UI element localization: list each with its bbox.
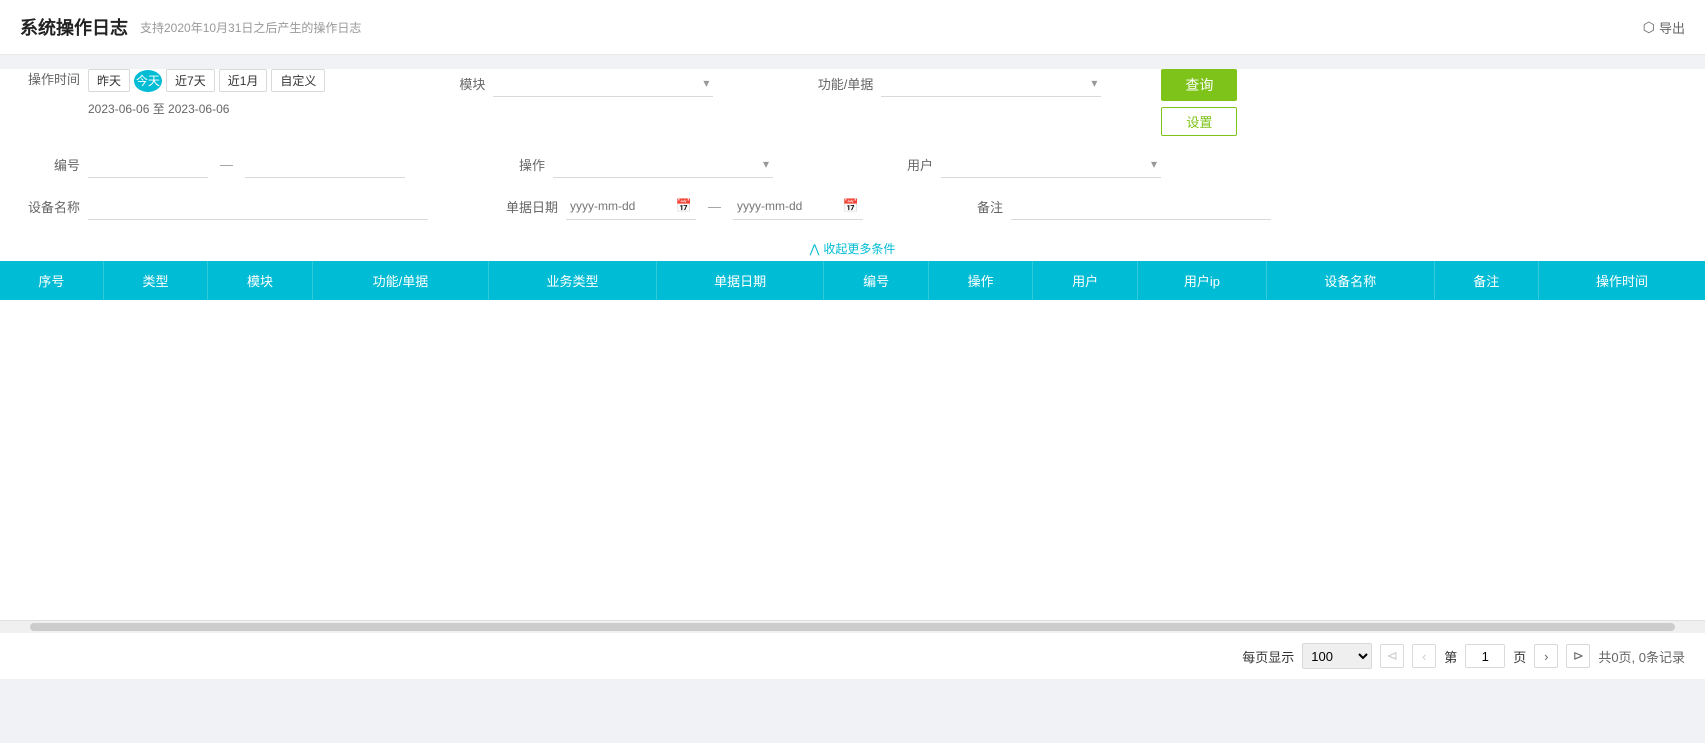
page-suffix-label: 页: [1513, 647, 1526, 666]
horizontal-scrollbar[interactable]: [0, 620, 1705, 632]
today-btn[interactable]: 今天: [134, 70, 162, 92]
user-select[interactable]: [941, 150, 1161, 178]
filter-row3: 设备名称 单据日期 📅 — 📅 备注: [20, 192, 1685, 220]
collapse-label: 收起更多条件: [823, 240, 895, 257]
col-user-ip: 用户ip: [1137, 261, 1266, 300]
table-header: 序号 类型 模块 功能/单据 业务类型 单据日期 编号 操作 用户 用户ip 设…: [0, 261, 1705, 300]
export-icon: ⬡: [1643, 19, 1655, 36]
doc-date-start-wrapper: 📅: [566, 192, 696, 220]
col-module: 模块: [208, 261, 312, 300]
col-doc-date: 单据日期: [656, 261, 824, 300]
col-type: 类型: [103, 261, 207, 300]
filter-remark: 备注: [943, 192, 1271, 220]
time-buttons: 昨天 今天 近7天 近1月 自定义: [88, 69, 325, 92]
col-user: 用户: [1033, 261, 1137, 300]
action-buttons: 查询 设置: [1161, 69, 1237, 136]
collapse-bar[interactable]: ⋀ 收起更多条件: [0, 234, 1705, 261]
number-input-start[interactable]: [88, 150, 208, 178]
filter-user: 用户 ▾: [873, 150, 1161, 178]
next-page-button[interactable]: ›: [1534, 644, 1558, 668]
operation-select[interactable]: [553, 150, 773, 178]
module-label: 模块: [425, 74, 485, 93]
page-header: 系统操作日志 支持2020年10月31日之后产生的操作日志 ⬡ 导出: [0, 0, 1705, 55]
operation-label: 操作: [485, 155, 545, 174]
last7days-btn[interactable]: 近7天: [166, 69, 215, 92]
operation-select-wrapper: ▾: [553, 150, 773, 178]
filter-function: 功能/单据 ▾: [813, 69, 1101, 97]
doc-date-end-wrapper: 📅: [733, 192, 863, 220]
filter-row2: 编号 — 操作 ▾ 用户: [20, 150, 1685, 178]
page-number-input[interactable]: [1465, 644, 1505, 668]
col-biz-type: 业务类型: [489, 261, 657, 300]
time-group: 昨天 今天 近7天 近1月 自定义 2023-06-06 至 2023-06-0…: [88, 69, 325, 117]
calendar-start-icon[interactable]: 📅: [676, 198, 692, 214]
function-label: 功能/单据: [813, 74, 873, 93]
col-device: 设备名称: [1266, 261, 1434, 300]
export-button[interactable]: ⬡ 导出: [1643, 18, 1685, 37]
filter-doc-date: 单据日期 📅 — 📅: [498, 192, 863, 220]
data-table: 序号 类型 模块 功能/单据 业务类型 单据日期 编号 操作 用户 用户ip 设…: [0, 261, 1705, 300]
calendar-end-icon[interactable]: 📅: [843, 198, 859, 214]
last1month-btn[interactable]: 近1月: [219, 69, 268, 92]
header-left: 系统操作日志 支持2020年10月31日之后产生的操作日志: [20, 14, 361, 40]
collapse-icon: ⋀: [810, 242, 820, 256]
header-row: 序号 类型 模块 功能/单据 业务类型 单据日期 编号 操作 用户 用户ip 设…: [0, 261, 1705, 300]
number-input-end[interactable]: [245, 150, 405, 178]
doc-date-label: 单据日期: [498, 197, 558, 216]
remark-input[interactable]: [1011, 192, 1271, 220]
query-button[interactable]: 查询: [1161, 69, 1237, 101]
settings-button[interactable]: 设置: [1161, 107, 1237, 136]
filter-module: 模块 ▾: [425, 69, 713, 97]
device-name-label: 设备名称: [20, 197, 80, 216]
filter-device: 设备名称: [20, 192, 428, 220]
number-label: 编号: [20, 155, 80, 174]
date-range: 2023-06-06 至 2023-06-06: [88, 100, 325, 117]
first-page-button[interactable]: ⊲: [1380, 644, 1404, 668]
col-function: 功能/单据: [312, 261, 488, 300]
device-name-input[interactable]: [88, 192, 428, 220]
pagination-bar: 每页显示 100 50 200 ⊲ ‹ 第 页 › ⊳ 共0页, 0条记录: [0, 632, 1705, 679]
col-op-time: 操作时间: [1539, 261, 1705, 300]
doc-date-dash: —: [708, 199, 721, 214]
page-title: 系统操作日志: [20, 14, 128, 40]
operation-time-label: 操作时间: [20, 69, 80, 88]
total-info: 共0页, 0条记录: [1598, 647, 1685, 666]
page-size-select[interactable]: 100 50 200: [1302, 643, 1372, 669]
empty-area: [0, 300, 1705, 620]
table-wrapper: 序号 类型 模块 功能/单据 业务类型 单据日期 编号 操作 用户 用户ip 设…: [0, 261, 1705, 620]
function-select[interactable]: [881, 69, 1101, 97]
col-operation: 操作: [928, 261, 1032, 300]
number-dash: —: [220, 157, 233, 172]
filter-rows: 操作时间 昨天 今天 近7天 近1月 自定义 2023-06-06 至 2023…: [0, 69, 1705, 220]
page-subtitle: 支持2020年10月31日之后产生的操作日志: [140, 19, 361, 36]
filter-operation: 操作 ▾: [485, 150, 773, 178]
function-select-wrapper: ▾: [881, 69, 1101, 97]
filter-operation-time: 操作时间 昨天 今天 近7天 近1月 自定义 2023-06-06 至 2023…: [20, 69, 325, 117]
remark-label: 备注: [943, 197, 1003, 216]
scrollbar-thumb[interactable]: [30, 623, 1675, 631]
col-index: 序号: [0, 261, 103, 300]
page-prefix-label: 第: [1444, 647, 1457, 666]
filter-number: 编号 —: [20, 150, 405, 178]
module-select-wrapper: ▾: [493, 69, 713, 97]
yesterday-btn[interactable]: 昨天: [88, 69, 130, 92]
col-number: 编号: [824, 261, 928, 300]
prev-page-button[interactable]: ‹: [1412, 644, 1436, 668]
last-page-button[interactable]: ⊳: [1566, 644, 1590, 668]
filter-section: 操作时间 昨天 今天 近7天 近1月 自定义 2023-06-06 至 2023…: [0, 69, 1705, 261]
module-select[interactable]: [493, 69, 713, 97]
user-select-wrapper: ▾: [941, 150, 1161, 178]
per-page-label: 每页显示: [1242, 647, 1294, 666]
export-label: 导出: [1659, 18, 1685, 37]
user-label: 用户: [873, 155, 933, 174]
col-remark: 备注: [1434, 261, 1538, 300]
custom-btn[interactable]: 自定义: [271, 69, 325, 92]
